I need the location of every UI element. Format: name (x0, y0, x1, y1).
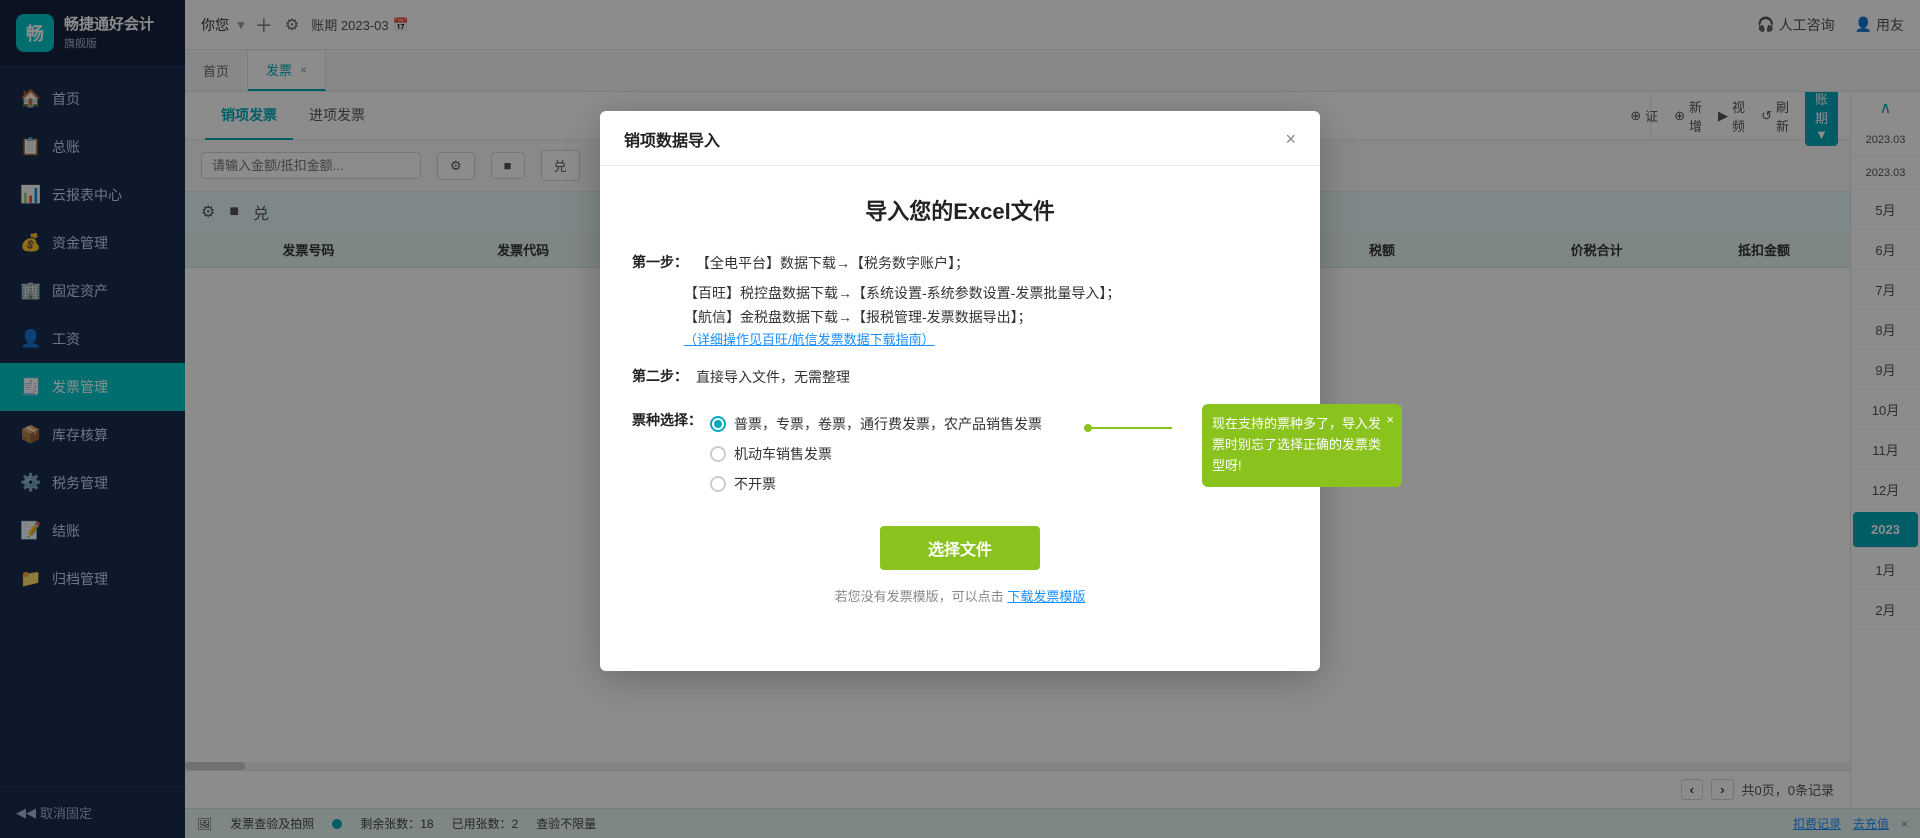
step1-row: 第一步： 【全电平台】数据下载→【税务数字账户】； (632, 252, 1288, 276)
radio-label-1: 机动车销售发票 (734, 444, 832, 464)
tooltip-text: 现在支持的票种多了，导入发票时别忘了选择正确的发票类型呀! (1212, 416, 1381, 473)
radio-dot-0 (714, 420, 722, 428)
step1-link[interactable]: （详细操作见百旺/航信发票数据下载指南） (684, 332, 935, 347)
import-modal: 销项数据导入 × 导入您的Excel文件 第一步： 【全电平台】数据下载→【税务… (600, 111, 1320, 671)
radio-circle-0 (710, 416, 726, 432)
tooltip-bubble: × 现在支持的票种多了，导入发票时别忘了选择正确的发票类型呀! (1202, 404, 1402, 486)
tooltip-close-btn[interactable]: × (1386, 410, 1394, 431)
modal-title: 销项数据导入 (624, 127, 720, 151)
radio-option-1[interactable]: 机动车销售发票 (710, 444, 1042, 464)
radio-label-0: 普票，专票，卷票，通行费发票，农产品销售发票 (734, 414, 1042, 434)
modal-footer: 若您没有发票模版，可以点击 下载发票模版 (632, 586, 1288, 605)
modal-body: 导入您的Excel文件 第一步： 【全电平台】数据下载→【税务数字账户】； 【百… (600, 166, 1320, 671)
ticket-type-label: 票种选择： (632, 408, 702, 430)
tooltip-dot (1084, 424, 1092, 432)
select-file-button[interactable]: 选择文件 (880, 526, 1040, 570)
step1-indent1: 【百旺】税控盘数据下载→【系统设置-系统参数设置-发票批量导入】； (684, 282, 1288, 306)
ticket-type-row: 票种选择： 普票，专票，卷票，通行费发票，农产品销售发票 机动车销售发票 不开票 (632, 408, 1288, 504)
radio-option-0[interactable]: 普票，专票，卷票，通行费发票，农产品销售发票 (710, 414, 1042, 434)
radio-group: 普票，专票，卷票，通行费发票，农产品销售发票 机动车销售发票 不开票 (710, 414, 1042, 504)
modal-header: 销项数据导入 × (600, 111, 1320, 166)
modal-close-button[interactable]: × (1285, 129, 1296, 150)
radio-label-2: 不开票 (734, 474, 776, 494)
radio-circle-2 (710, 476, 726, 492)
step1-link-row: （详细操作见百旺/航信发票数据下载指南） (684, 329, 1288, 348)
step2: 第二步： 直接导入文件，无需整理 (632, 366, 1288, 390)
step1-label: 第一步： (632, 252, 688, 272)
step2-content: 直接导入文件，无需整理 (696, 366, 850, 390)
tooltip-line (1092, 427, 1172, 429)
tooltip-connector (1084, 424, 1172, 432)
step1-content-0: 【全电平台】数据下载→【税务数字账户】； (696, 252, 969, 276)
step1: 第一步： 【全电平台】数据下载→【税务数字账户】； 【百旺】税控盘数据下载→【系… (632, 252, 1288, 348)
step2-label: 第二步： (632, 366, 688, 386)
radio-option-2[interactable]: 不开票 (710, 474, 1042, 494)
download-template-link[interactable]: 下载发票模版 (1007, 589, 1085, 604)
radio-circle-1 (710, 446, 726, 462)
footer-text: 若您没有发票模版，可以点击 (835, 589, 1004, 604)
step2-row: 第二步： 直接导入文件，无需整理 (632, 366, 1288, 390)
step1-content-1: 【百旺】税控盘数据下载→【系统设置-系统参数设置-发票批量导入】； (684, 285, 1120, 301)
step1-content-2: 【航信】金税盘数据下载→【报税管理-发票数据导出】； (684, 309, 1032, 325)
modal-main-title: 导入您的Excel文件 (632, 194, 1288, 226)
step1-indent2: 【航信】金税盘数据下载→【报税管理-发票数据导出】； (684, 306, 1288, 330)
